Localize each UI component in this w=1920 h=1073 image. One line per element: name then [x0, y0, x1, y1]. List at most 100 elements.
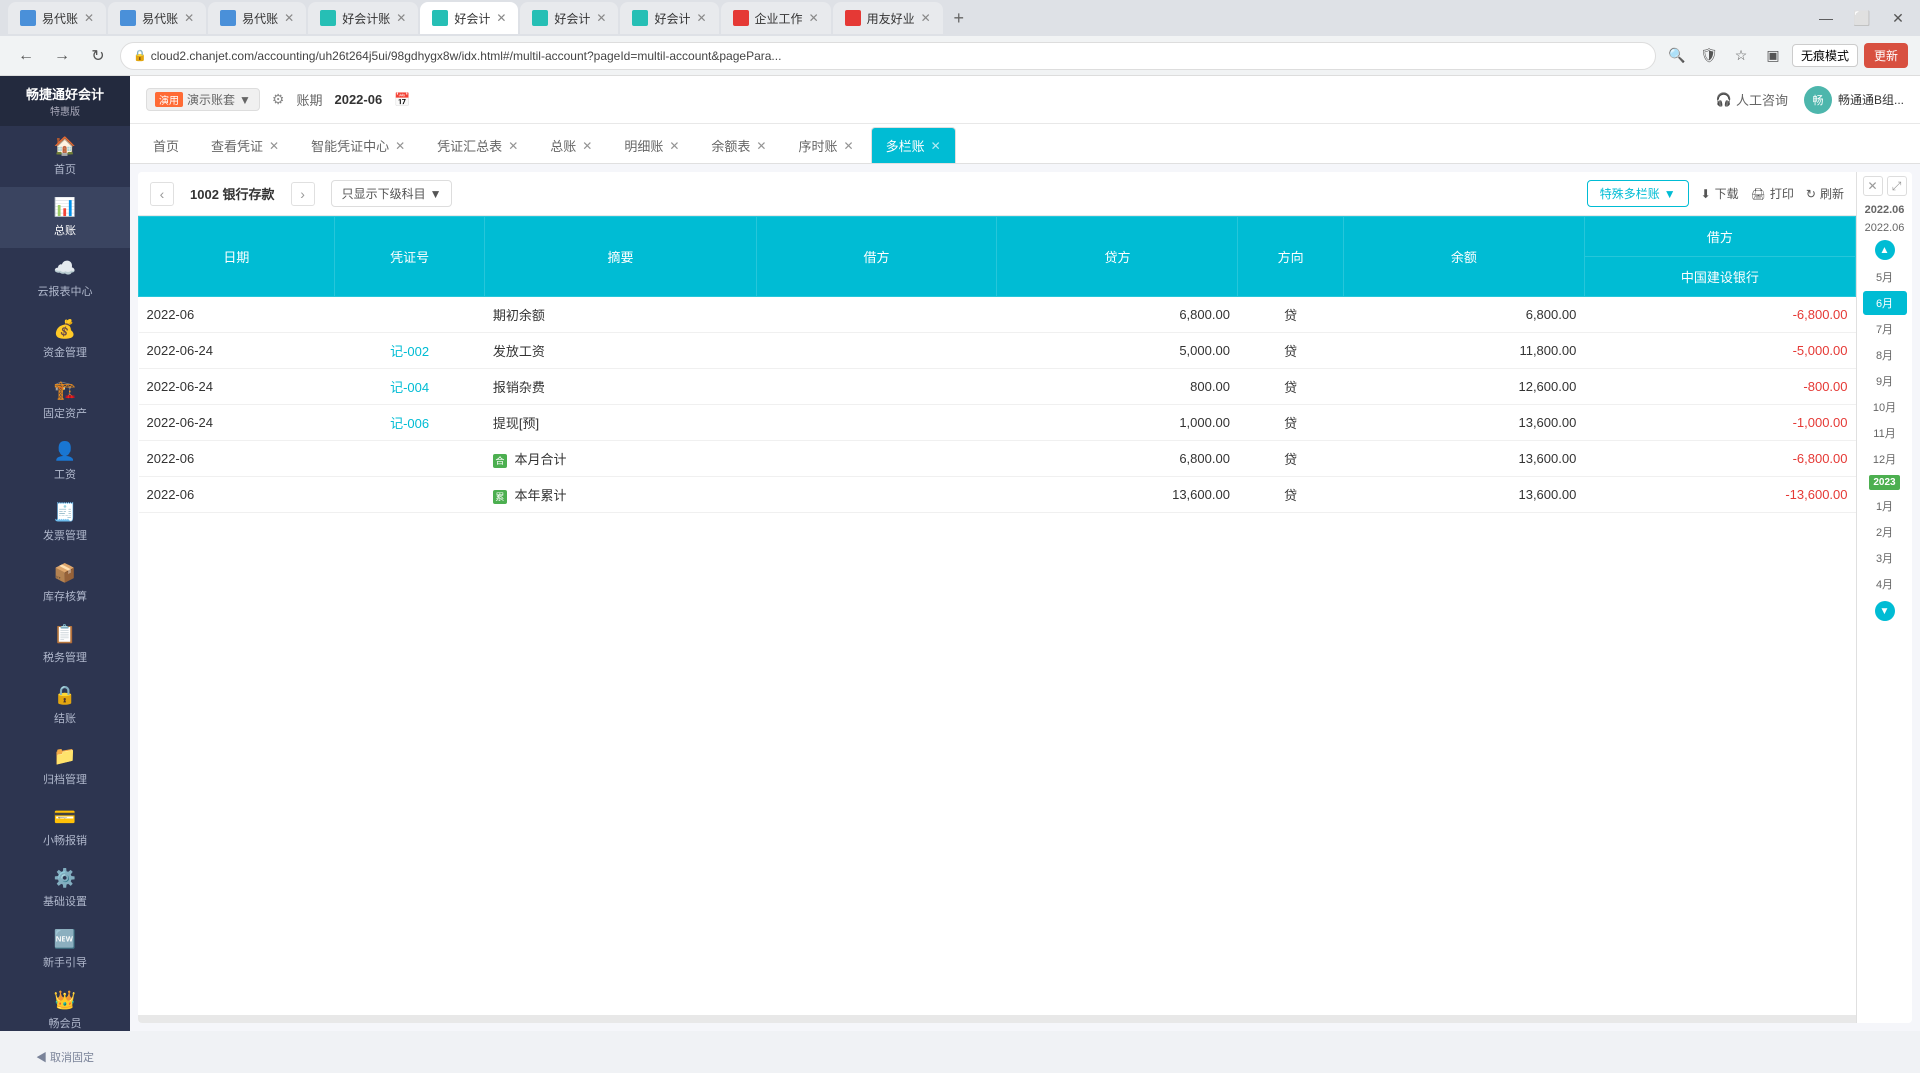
tab-voucher-summary[interactable]: 凭证汇总表 ✕ [422, 127, 533, 163]
sidebar-toggle-icon[interactable]: ▣ [1760, 43, 1786, 69]
browser-tab-6[interactable]: 好会计 ✕ [520, 2, 618, 34]
month-2023-2[interactable]: 2月 [1863, 520, 1907, 544]
sidebar-item-inventory[interactable]: 📦 库存核算 [0, 553, 130, 614]
month-2023-3[interactable]: 3月 [1863, 546, 1907, 570]
star-icon[interactable]: ☆ [1728, 43, 1754, 69]
sidebar-item-close[interactable]: 🔒 结账 [0, 675, 130, 736]
sub-filter-dropdown[interactable]: 只显示下级科目 ▼ [331, 180, 453, 207]
month-2023-1[interactable]: 1月 [1863, 494, 1907, 518]
reload-button[interactable]: ↻ [84, 42, 112, 70]
prev-account-button[interactable]: ‹ [150, 182, 174, 206]
tab-detail-ledger[interactable]: 明细账 ✕ [609, 127, 694, 163]
back-button[interactable]: ← [12, 42, 40, 70]
sidebar-item-fixed-asset[interactable]: 🏗️ 固定资产 [0, 370, 130, 431]
sidebar-item-payroll[interactable]: 👤 工资 [0, 431, 130, 492]
tab-home[interactable]: 首页 [138, 127, 194, 163]
sidebar-item-guide[interactable]: 🆕 新手引导 [0, 919, 130, 980]
search-icon[interactable]: 🔍 [1664, 43, 1690, 69]
user-info[interactable]: 畅 畅通通B组... [1804, 86, 1904, 114]
settings-gear-icon[interactable]: ⚙ [272, 91, 285, 108]
scroll-up-button[interactable]: ▲ [1875, 240, 1895, 260]
tab-smart-center-close[interactable]: ✕ [395, 139, 405, 153]
account-selector[interactable]: 演用 演示账套 ▼ [146, 88, 260, 111]
tab-smart-center[interactable]: 智能凭证中心 ✕ [296, 127, 420, 163]
sidebar-item-expense[interactable]: 💳 小畅报销 [0, 797, 130, 858]
forward-button[interactable]: → [48, 42, 76, 70]
tab-close-7[interactable]: ✕ [696, 11, 706, 25]
url-input[interactable]: 🔒 cloud2.chanjet.com/accounting/uh26t264… [120, 42, 1656, 70]
tab-close-1[interactable]: ✕ [84, 11, 94, 25]
tab-voucher-view-close[interactable]: ✕ [269, 139, 279, 153]
tab-multi-ledger-close[interactable]: ✕ [931, 139, 941, 153]
tab-multi-ledger[interactable]: 多栏账 ✕ [871, 127, 956, 163]
month-item-8[interactable]: 8月 [1863, 343, 1907, 367]
period-value[interactable]: 2022-06 [334, 92, 382, 107]
cell-voucher-2[interactable]: 记-004 [334, 369, 485, 405]
new-tab-button[interactable]: + [945, 4, 973, 32]
horizontal-scrollbar[interactable] [138, 1015, 1856, 1023]
browser-tab-3[interactable]: 易代账 ✕ [208, 2, 306, 34]
next-account-button[interactable]: › [291, 182, 315, 206]
tab-sequence-ledger[interactable]: 序时账 ✕ [783, 127, 868, 163]
month-item-6[interactable]: 6月 [1863, 291, 1907, 315]
tab-close-5[interactable]: ✕ [496, 11, 506, 25]
month-item-11[interactable]: 11月 [1863, 421, 1907, 445]
update-button[interactable]: 更新 [1864, 43, 1908, 68]
scroll-down-button[interactable]: ▼ [1875, 601, 1895, 621]
sidebar-item-tax[interactable]: 📋 税务管理 [0, 614, 130, 675]
cell-voucher-1[interactable]: 记-002 [334, 333, 485, 369]
month-item-7[interactable]: 7月 [1863, 317, 1907, 341]
sidebar-item-invoice[interactable]: 🧾 发票管理 [0, 492, 130, 553]
panel-close-button[interactable]: ✕ [1863, 176, 1883, 196]
browser-tab-1[interactable]: 易代账 ✕ [8, 2, 106, 34]
download-button[interactable]: ⬇ 下载 [1701, 185, 1739, 202]
browser-tab-2[interactable]: 易代账 ✕ [108, 2, 206, 34]
browser-tab-9[interactable]: 用友好业 ✕ [833, 2, 943, 34]
pin-button[interactable]: ◀ 取消固定 [0, 1041, 130, 1073]
month-item-12[interactable]: 12月 [1863, 447, 1907, 471]
voucher-link-2[interactable]: 记-004 [390, 380, 429, 395]
special-multi-ledger-button[interactable]: 特殊多栏账 ▼ [1587, 180, 1689, 207]
tab-close-8[interactable]: ✕ [809, 11, 819, 25]
stealth-mode-button[interactable]: 无痕模式 [1792, 44, 1858, 67]
minimize-button[interactable]: — [1812, 4, 1840, 32]
sidebar-item-settings[interactable]: ⚙️ 基础设置 [0, 858, 130, 919]
tab-close-9[interactable]: ✕ [921, 11, 931, 25]
tab-close-4[interactable]: ✕ [396, 11, 406, 25]
tab-balance-sheet-close[interactable]: ✕ [756, 139, 766, 153]
panel-expand-button[interactable]: ⤢ [1887, 176, 1907, 196]
tab-close-6[interactable]: ✕ [596, 11, 606, 25]
tab-general-ledger[interactable]: 总账 ✕ [535, 127, 607, 163]
month-item-10[interactable]: 10月 [1863, 395, 1907, 419]
refresh-button[interactable]: ↻ 刷新 [1806, 185, 1844, 202]
close-window-button[interactable]: ✕ [1884, 4, 1912, 32]
maximize-button[interactable]: ⬜ [1848, 4, 1876, 32]
tab-sequence-ledger-close[interactable]: ✕ [844, 139, 854, 153]
month-item-9[interactable]: 9月 [1863, 369, 1907, 393]
tab-voucher-view[interactable]: 查看凭证 ✕ [196, 127, 294, 163]
month-item-5[interactable]: 5月 [1863, 265, 1907, 289]
tab-close-3[interactable]: ✕ [284, 11, 294, 25]
voucher-link-1[interactable]: 记-002 [390, 344, 429, 359]
browser-tab-7[interactable]: 好会计 ✕ [620, 2, 718, 34]
calendar-icon[interactable]: 📅 [394, 92, 410, 108]
month-2023-4[interactable]: 4月 [1863, 572, 1907, 596]
sidebar-item-archive[interactable]: 📁 归档管理 [0, 736, 130, 797]
tab-general-ledger-close[interactable]: ✕ [582, 139, 592, 153]
browser-tab-8[interactable]: 企业工作 ✕ [721, 2, 831, 34]
browser-tab-4[interactable]: 好会计账 ✕ [308, 2, 418, 34]
tab-close-2[interactable]: ✕ [184, 11, 194, 25]
sidebar-item-general-ledger[interactable]: 📊 总账 [0, 187, 130, 248]
voucher-link-3[interactable]: 记-006 [390, 416, 429, 431]
sidebar-item-home[interactable]: 🏠 首页 [0, 126, 130, 187]
tab-voucher-summary-close[interactable]: ✕ [508, 139, 518, 153]
browser-tab-5[interactable]: 好会计 ✕ [420, 2, 518, 34]
sidebar-item-member[interactable]: 👑 畅会员 [0, 980, 130, 1041]
tab-balance-sheet[interactable]: 余额表 ✕ [696, 127, 781, 163]
consult-button[interactable]: 🎧 人工咨询 [1716, 90, 1788, 109]
print-button[interactable]: 🖨 打印 [1751, 185, 1794, 202]
shield-icon[interactable]: 🛡 [1696, 43, 1722, 69]
sidebar-item-fund[interactable]: 💰 资金管理 [0, 309, 130, 370]
cell-voucher-3[interactable]: 记-006 [334, 405, 485, 441]
tab-detail-ledger-close[interactable]: ✕ [669, 139, 679, 153]
